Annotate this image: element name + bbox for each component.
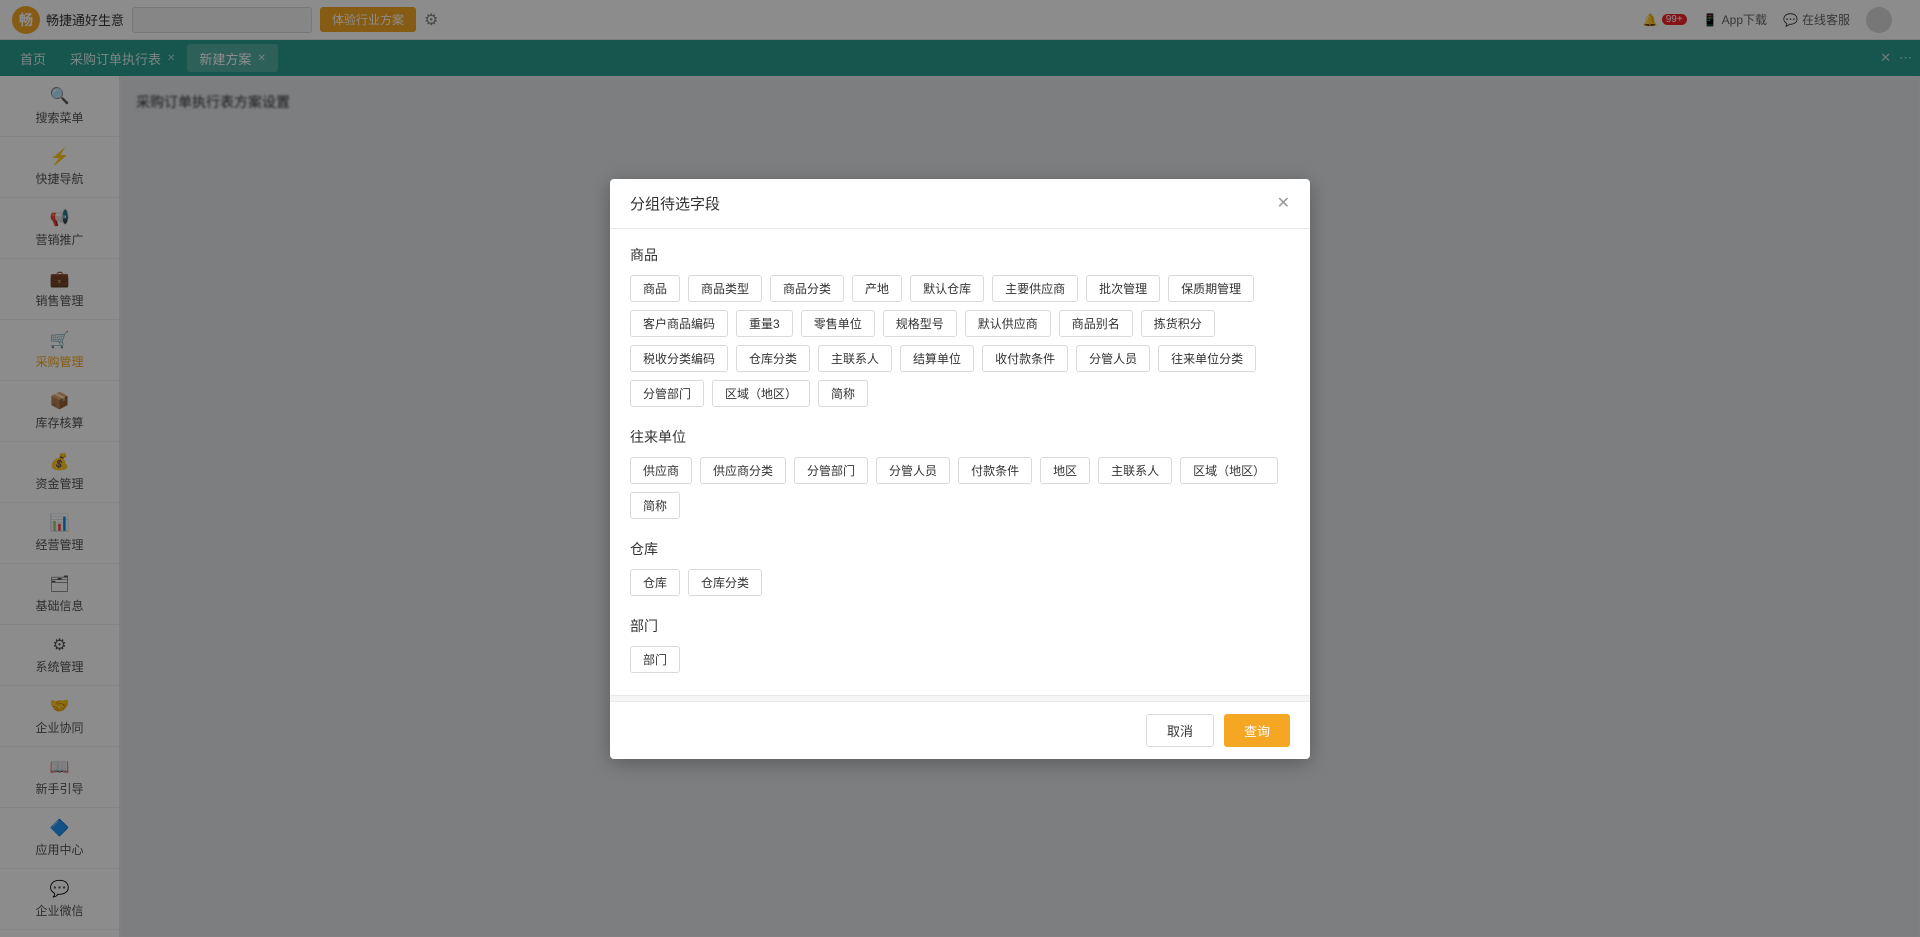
confirm-button[interactable]: 查询	[1224, 714, 1290, 747]
chip-partner-category[interactable]: 往来单位分类	[1158, 345, 1256, 372]
chip-product-category[interactable]: 商品分类	[770, 275, 844, 302]
chip-settlement-unit[interactable]: 结算单位	[900, 345, 974, 372]
chip-warehouse-class[interactable]: 仓库分类	[688, 569, 762, 596]
field-group-product: 商品 商品 商品类型 商品分类 产地 默认仓库 主要供应商 批次管理 保质期管理…	[630, 245, 1290, 407]
chip-manage-dept-partner[interactable]: 分管部门	[794, 457, 868, 484]
chip-retail-unit[interactable]: 零售单位	[801, 310, 875, 337]
chip-batch-manage[interactable]: 批次管理	[1086, 275, 1160, 302]
chip-spec-model[interactable]: 规格型号	[883, 310, 957, 337]
chip-main-supplier[interactable]: 主要供应商	[992, 275, 1078, 302]
field-chips-product: 商品 商品类型 商品分类 产地 默认仓库 主要供应商 批次管理 保质期管理 客户…	[630, 275, 1290, 407]
chip-manage-person-partner[interactable]: 分管人员	[876, 457, 950, 484]
chip-supplier[interactable]: 供应商	[630, 457, 692, 484]
chip-tax-code[interactable]: 税收分类编码	[630, 345, 728, 372]
chip-short-name-product[interactable]: 简称	[818, 380, 868, 407]
field-group-product-title: 商品	[630, 245, 1290, 265]
field-group-partner-title: 往来单位	[630, 427, 1290, 447]
chip-main-contact-partner[interactable]: 主联系人	[1098, 457, 1172, 484]
field-chips-partner: 供应商 供应商分类 分管部门 分管人员 付款条件 地区 主联系人 区域（地区） …	[630, 457, 1290, 519]
chip-supervisor[interactable]: 分管人员	[1076, 345, 1150, 372]
modal-body[interactable]: 商品 商品 商品类型 商品分类 产地 默认仓库 主要供应商 批次管理 保质期管理…	[610, 229, 1310, 695]
chip-product[interactable]: 商品	[630, 275, 680, 302]
field-group-partner: 往来单位 供应商 供应商分类 分管部门 分管人员 付款条件 地区 主联系人 区域…	[630, 427, 1290, 519]
modal: 分组待选字段 ✕ 商品 商品 商品类型 商品分类 产地 默认仓库 主要供应商 批…	[610, 179, 1310, 759]
chip-weight[interactable]: 重量3	[736, 310, 793, 337]
modal-header: 分组待选字段 ✕	[610, 179, 1310, 229]
field-chips-warehouse: 仓库 仓库分类	[630, 569, 1290, 596]
field-group-warehouse-title: 仓库	[630, 539, 1290, 559]
chip-short-name-partner[interactable]: 简称	[630, 492, 680, 519]
chip-default-supplier[interactable]: 默认供应商	[965, 310, 1051, 337]
chip-area-partner[interactable]: 区域（地区）	[1180, 457, 1278, 484]
chip-payment-terms-partner[interactable]: 付款条件	[958, 457, 1032, 484]
modal-footer: 取消 查询	[610, 701, 1310, 759]
chip-payment-terms[interactable]: 收付款条件	[982, 345, 1068, 372]
chip-warehouse-category[interactable]: 仓库分类	[736, 345, 810, 372]
chip-supplier-category[interactable]: 供应商分类	[700, 457, 786, 484]
chip-shelf-life[interactable]: 保质期管理	[1168, 275, 1254, 302]
chip-dept[interactable]: 部门	[630, 646, 680, 673]
chip-pick-points[interactable]: 拣货积分	[1141, 310, 1215, 337]
chip-warehouse[interactable]: 仓库	[630, 569, 680, 596]
chip-region-product[interactable]: 区域（地区）	[712, 380, 810, 407]
field-chips-dept: 部门	[630, 646, 1290, 673]
chip-product-alias[interactable]: 商品别名	[1059, 310, 1133, 337]
field-group-dept: 部门 部门	[630, 616, 1290, 673]
modal-overlay: 分组待选字段 ✕ 商品 商品 商品类型 商品分类 产地 默认仓库 主要供应商 批…	[0, 0, 1920, 937]
modal-title: 分组待选字段	[630, 193, 720, 214]
chip-default-warehouse[interactable]: 默认仓库	[910, 275, 984, 302]
chip-customer-code[interactable]: 客户商品编码	[630, 310, 728, 337]
modal-close-button[interactable]: ✕	[1277, 193, 1290, 213]
field-group-warehouse: 仓库 仓库 仓库分类	[630, 539, 1290, 596]
field-group-dept-title: 部门	[630, 616, 1290, 636]
chip-product-type[interactable]: 商品类型	[688, 275, 762, 302]
chip-region-partner[interactable]: 地区	[1040, 457, 1090, 484]
chip-origin[interactable]: 产地	[852, 275, 902, 302]
cancel-button[interactable]: 取消	[1146, 714, 1214, 747]
chip-manage-dept[interactable]: 分管部门	[630, 380, 704, 407]
chip-main-contact[interactable]: 主联系人	[818, 345, 892, 372]
